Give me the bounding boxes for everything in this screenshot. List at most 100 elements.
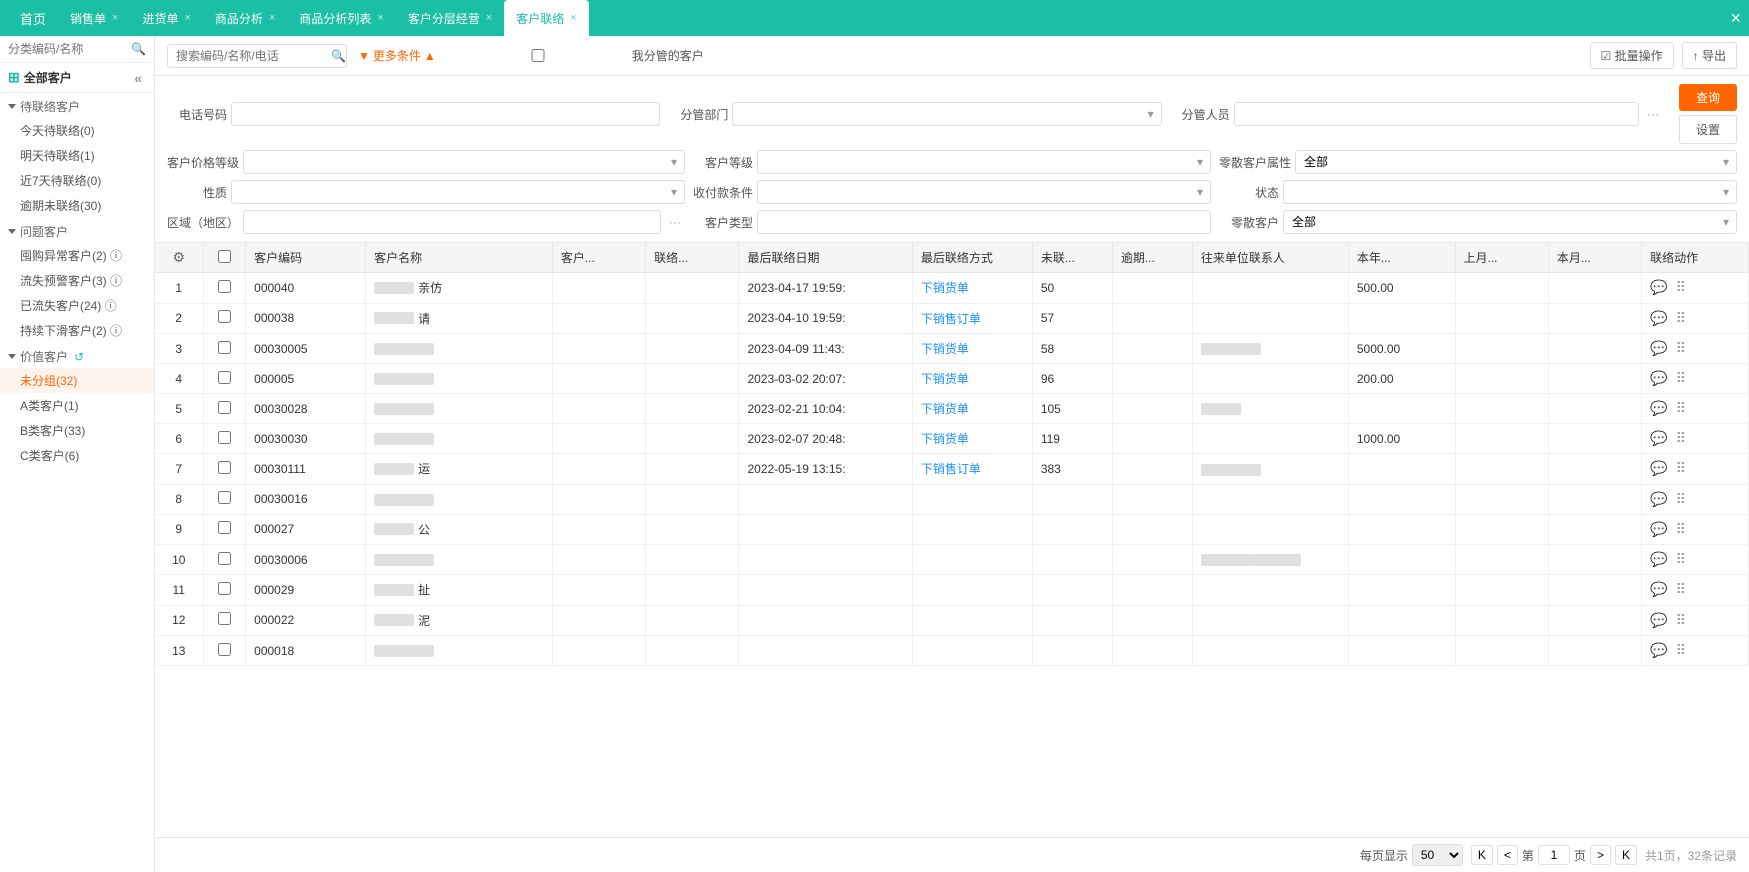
row-checkbox[interactable]	[218, 310, 231, 323]
menu-icon[interactable]: ⠿	[1676, 340, 1686, 357]
gear-button[interactable]: ⚙	[172, 249, 185, 266]
contact-way-link[interactable]: 下销售订单	[921, 462, 981, 476]
row-checkbox[interactable]	[218, 371, 231, 384]
sidebar-item-hoarding[interactable]: 囤购异常客户(2) ⓘ	[0, 243, 154, 268]
close-sales-tab[interactable]: ×	[112, 12, 118, 24]
menu-icon[interactable]: ⠿	[1676, 551, 1686, 568]
close-purchase-tab[interactable]: ×	[184, 12, 190, 24]
menu-icon[interactable]: ⠿	[1676, 612, 1686, 629]
dept-select[interactable]	[732, 102, 1161, 126]
chat-icon[interactable]: 💬	[1650, 581, 1667, 598]
chat-icon[interactable]: 💬	[1650, 310, 1667, 327]
query-button[interactable]: 查询	[1679, 84, 1737, 111]
customer-type-input[interactable]	[757, 210, 1211, 234]
sidebar-item-churn-warning[interactable]: 流失预警客户(3) ⓘ	[0, 268, 154, 293]
chat-icon[interactable]: 💬	[1650, 340, 1667, 357]
region-input[interactable]	[243, 210, 661, 234]
price-level-select[interactable]	[243, 150, 685, 174]
contact-way-link[interactable]: 下销货单	[921, 372, 969, 386]
chat-icon[interactable]: 💬	[1650, 612, 1667, 629]
sidebar-search-icon[interactable]: 🔍	[131, 42, 146, 56]
nav-tab-customer-tier[interactable]: 客户分层经营 ×	[396, 0, 504, 36]
status-select[interactable]	[1283, 180, 1737, 204]
contact-way-link[interactable]: 下销货单	[921, 432, 969, 446]
overdue-col-header[interactable]: 逾期...	[1112, 243, 1192, 273]
manager-ellipsis[interactable]: ···	[1643, 107, 1663, 121]
close-customer-contact-tab[interactable]: ×	[570, 12, 576, 24]
chat-icon[interactable]: 💬	[1650, 430, 1667, 447]
contact-way-link[interactable]: 下销货单	[921, 281, 969, 295]
my-customers-checkbox[interactable]	[448, 49, 628, 62]
menu-icon[interactable]: ⠿	[1676, 310, 1686, 327]
code-col-header[interactable]: 客户编码	[246, 243, 366, 273]
sidebar-group-pending[interactable]: 待联络客户	[0, 93, 154, 118]
phone-input[interactable]	[231, 102, 660, 126]
sidebar-item-today[interactable]: 今天待联络(0)	[0, 118, 154, 143]
sidebar-group-problem[interactable]: 问题客户	[0, 218, 154, 243]
menu-icon[interactable]: ⠿	[1676, 430, 1686, 447]
select-all-checkbox[interactable]	[218, 250, 231, 263]
collapse-sidebar-btn[interactable]: «	[130, 70, 146, 86]
menu-icon[interactable]: ⠿	[1676, 581, 1686, 598]
sidebar-item-7days[interactable]: 近7天待联络(0)	[0, 168, 154, 193]
filter-search-icon[interactable]: 🔍	[331, 49, 346, 63]
name-col-header[interactable]: 客户名称	[366, 243, 553, 273]
manager-input[interactable]	[1234, 102, 1639, 126]
retail-attr-select[interactable]: 全部	[1295, 150, 1737, 174]
more-conditions-btn[interactable]: ▼ 更多条件 ▲	[358, 47, 436, 64]
lastdate-col-header[interactable]: 最后联络日期	[739, 243, 912, 273]
region-ellipsis[interactable]: ···	[665, 215, 685, 229]
chat-icon[interactable]: 💬	[1650, 400, 1667, 417]
retail-customer-select[interactable]: 全部	[1283, 210, 1737, 234]
per-page-select[interactable]: 50 100	[1412, 844, 1463, 866]
sidebar-search-input[interactable]	[8, 42, 131, 56]
lastway-col-header[interactable]: 最后联络方式	[912, 243, 1032, 273]
contact-way-link[interactable]: 下销货单	[921, 402, 969, 416]
refresh-value-icon[interactable]: ↺	[74, 350, 84, 364]
type-col-header[interactable]: 客户...	[552, 243, 645, 273]
my-customers-checkbox-label[interactable]: 我分管的客户	[448, 47, 704, 64]
contact-way-link[interactable]: 下销货单	[921, 342, 969, 356]
row-checkbox[interactable]	[218, 431, 231, 444]
row-checkbox[interactable]	[218, 341, 231, 354]
last-page-btn[interactable]: K	[1615, 845, 1637, 865]
export-button[interactable]: ↑ 导出	[1682, 42, 1737, 69]
nav-tab-customer-contact[interactable]: 客户联络 ×	[504, 0, 588, 36]
batch-op-button[interactable]: ☑ 批量操作	[1590, 42, 1674, 69]
sidebar-item-ungrouped[interactable]: 未分组(32)	[0, 368, 154, 393]
thismonth-col-header[interactable]: 本月...	[1548, 243, 1641, 273]
sidebar-item-overdue[interactable]: 逾期未联络(30)	[0, 193, 154, 218]
lastmonth-col-header[interactable]: 上月...	[1455, 243, 1548, 273]
chat-icon[interactable]: 💬	[1650, 279, 1667, 296]
menu-icon[interactable]: ⠿	[1676, 400, 1686, 417]
tradepartner-col-header[interactable]: 往来单位联系人	[1192, 243, 1348, 273]
menu-icon[interactable]: ⠿	[1676, 491, 1686, 508]
sidebar-item-tomorrow[interactable]: 明天待联络(1)	[0, 143, 154, 168]
chat-icon[interactable]: 💬	[1650, 642, 1667, 659]
sidebar-item-churned[interactable]: 已流失客户(24) ⓘ	[0, 293, 154, 318]
menu-icon[interactable]: ⠿	[1676, 460, 1686, 477]
first-page-btn[interactable]: K	[1471, 845, 1493, 865]
reset-button[interactable]: 设置	[1679, 115, 1737, 144]
menu-icon[interactable]: ⠿	[1676, 521, 1686, 538]
row-checkbox[interactable]	[218, 280, 231, 293]
contact-way-link[interactable]: 下销售订单	[921, 312, 981, 326]
prev-page-btn[interactable]: <	[1497, 845, 1518, 865]
close-all-tabs[interactable]: ×	[1730, 8, 1741, 29]
row-checkbox[interactable]	[218, 552, 231, 565]
customer-level-select[interactable]	[757, 150, 1211, 174]
nav-tab-sales[interactable]: 销售单 ×	[58, 0, 130, 36]
row-checkbox[interactable]	[218, 612, 231, 625]
row-checkbox[interactable]	[218, 521, 231, 534]
close-analysis-tab[interactable]: ×	[269, 12, 275, 24]
chat-icon[interactable]: 💬	[1650, 551, 1667, 568]
all-customers-section[interactable]: ⊞ 全部客户 «	[0, 63, 154, 93]
next-page-btn[interactable]: >	[1590, 845, 1611, 865]
chat-icon[interactable]: 💬	[1650, 460, 1667, 477]
close-analysis-list-tab[interactable]: ×	[377, 12, 383, 24]
nature-select[interactable]	[231, 180, 685, 204]
nav-home[interactable]: 首页	[8, 9, 58, 28]
menu-icon[interactable]: ⠿	[1676, 370, 1686, 387]
nav-tab-analysis-list[interactable]: 商品分析列表 ×	[287, 0, 395, 36]
row-checkbox[interactable]	[218, 491, 231, 504]
